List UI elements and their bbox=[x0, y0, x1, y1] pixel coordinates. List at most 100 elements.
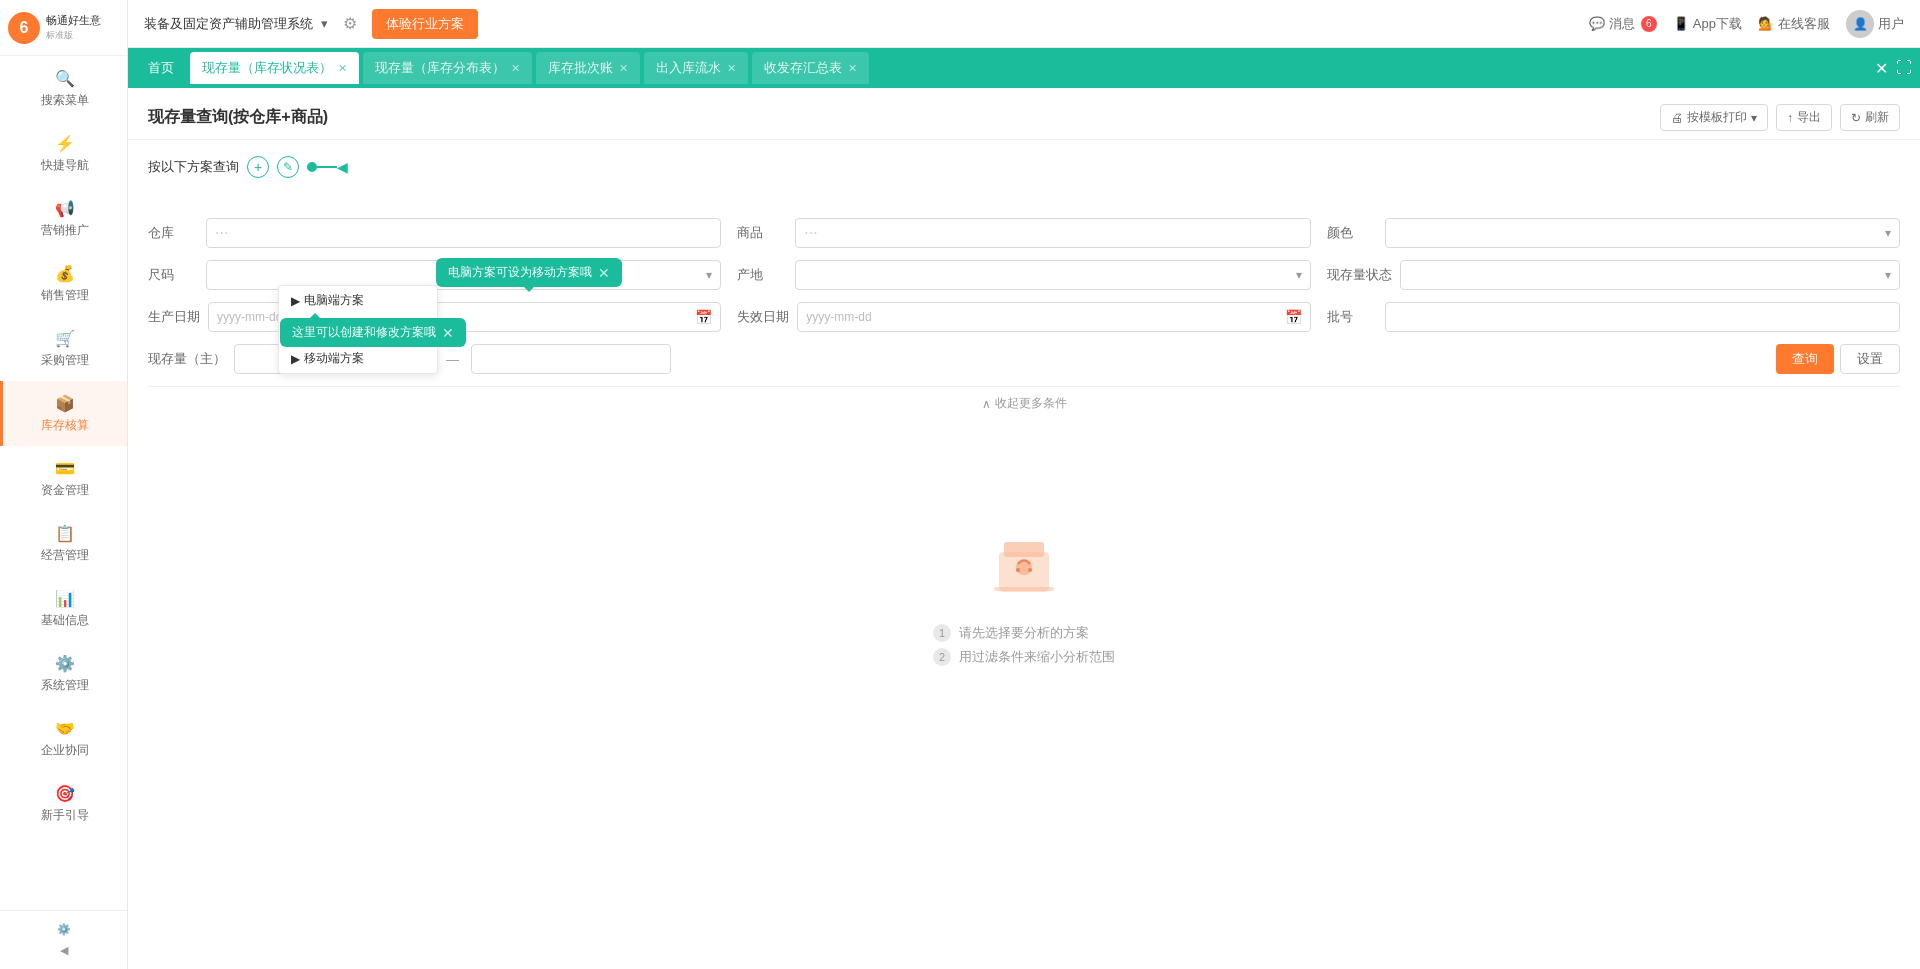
sidebar-item-system[interactable]: ⚙️ 系统管理 bbox=[0, 641, 127, 706]
settings-icon[interactable]: ⚙ bbox=[336, 10, 364, 38]
arrow-icon: ◀ bbox=[337, 159, 348, 175]
calendar-icon: 📅 bbox=[695, 309, 712, 325]
sales-icon: 💰 bbox=[55, 263, 75, 283]
tab-close-icon[interactable]: ✕ bbox=[848, 62, 857, 75]
tab-stock-dist[interactable]: 现存量（库存分布表） ✕ bbox=[363, 52, 532, 84]
tab-close-icon[interactable]: ✕ bbox=[511, 62, 520, 75]
printer-icon: 🖨 bbox=[1671, 111, 1683, 125]
filter-label: 按以下方案查询 bbox=[148, 158, 239, 176]
chevron-down-icon: ▶ bbox=[291, 294, 300, 308]
sidebar-item-quick-nav[interactable]: ⚡ 快捷导航 bbox=[0, 121, 127, 186]
sidebar-item-guide[interactable]: 🎯 新手引导 bbox=[0, 771, 127, 836]
size-label: 尺码 bbox=[148, 266, 198, 284]
range-separator: — bbox=[446, 352, 459, 367]
edit-scheme-btn[interactable]: ✎ bbox=[277, 156, 299, 178]
sidebar-item-operation[interactable]: 📋 经营管理 bbox=[0, 511, 127, 576]
warehouse-input[interactable]: ··· bbox=[206, 218, 721, 248]
sidebar-footer-settings[interactable]: ⚙️ bbox=[57, 923, 71, 936]
empty-tip-2: 2 用过滤条件来缩小分析范围 bbox=[933, 648, 1115, 666]
svg-rect-5 bbox=[994, 587, 1054, 591]
user-btn[interactable]: 👤 用户 bbox=[1846, 10, 1904, 38]
tab-close-all-icon[interactable]: ✕ bbox=[1875, 59, 1888, 78]
sidebar-item-finance[interactable]: 💳 资金管理 bbox=[0, 446, 127, 511]
add-scheme-btn[interactable]: + bbox=[247, 156, 269, 178]
warehouse-dots: ··· bbox=[215, 224, 228, 242]
system-title-dropdown[interactable]: ▾ bbox=[321, 16, 328, 31]
sidebar-item-sales[interactable]: 💰 销售管理 bbox=[0, 251, 127, 316]
main-area: 装备及固定资产辅助管理系统 ▾ ⚙ 体验行业方案 💬 消息 6 📱 App下载 … bbox=[128, 0, 1920, 969]
chevron-down-icon: ▾ bbox=[1296, 268, 1302, 282]
sidebar-item-basic-info[interactable]: 📊 基础信息 bbox=[0, 576, 127, 641]
export-icon: ↑ bbox=[1787, 111, 1793, 125]
chevron-down-icon: ▾ bbox=[1885, 226, 1891, 240]
origin-label: 产地 bbox=[737, 266, 787, 284]
origin-select[interactable]: ▾ bbox=[795, 260, 1310, 290]
stock-main-end[interactable] bbox=[471, 344, 671, 374]
quick-nav-icon: ⚡ bbox=[55, 133, 75, 153]
service-icon: 💁 bbox=[1758, 16, 1774, 31]
tab-close-icon[interactable]: ✕ bbox=[619, 62, 628, 75]
avatar: 👤 bbox=[1846, 10, 1874, 38]
system-icon: ⚙️ bbox=[55, 653, 75, 673]
export-btn[interactable]: ↑ 导出 bbox=[1776, 104, 1832, 131]
sidebar-item-label: 经营管理 bbox=[41, 547, 89, 564]
batch-input[interactable] bbox=[1385, 302, 1900, 332]
refresh-btn[interactable]: ↻ 刷新 bbox=[1840, 104, 1900, 131]
svg-rect-1 bbox=[1004, 542, 1044, 557]
collapse-bar[interactable]: ∧ 收起更多条件 bbox=[148, 386, 1900, 420]
expire-date-start[interactable]: yyyy-mm-dd 📅 bbox=[797, 302, 1310, 332]
sidebar-item-marketing[interactable]: 📢 营销推广 bbox=[0, 186, 127, 251]
settings-footer-icon: ⚙️ bbox=[57, 923, 71, 936]
goods-label: 商品 bbox=[737, 224, 787, 242]
query-btn[interactable]: 查询 bbox=[1776, 344, 1834, 374]
message-label: 消息 bbox=[1609, 15, 1635, 33]
tab-stock-status[interactable]: 现存量（库存状况表） ✕ bbox=[190, 52, 359, 84]
color-label: 颜色 bbox=[1327, 224, 1377, 242]
warehouse-label: 仓库 bbox=[148, 224, 198, 242]
tab-home[interactable]: 首页 bbox=[136, 52, 186, 84]
tab-batch-account[interactable]: 库存批次账 ✕ bbox=[536, 52, 640, 84]
mobile-scheme-group[interactable]: ▶ 移动端方案 bbox=[279, 344, 437, 373]
color-select[interactable]: ▾ bbox=[1385, 218, 1900, 248]
sidebar-item-label: 基础信息 bbox=[41, 612, 89, 629]
template-print-btn[interactable]: 🖨 按模板打印 ▾ bbox=[1660, 104, 1768, 131]
tooltip-2-close[interactable]: ✕ bbox=[442, 325, 454, 341]
guide-icon: 🎯 bbox=[55, 783, 75, 803]
sidebar-footer-collapse[interactable]: ◀ bbox=[60, 944, 68, 957]
tab-close-icon[interactable]: ✕ bbox=[727, 62, 736, 75]
sidebar-item-label: 系统管理 bbox=[41, 677, 89, 694]
goods-input[interactable]: ··· bbox=[795, 218, 1310, 248]
settings-btn[interactable]: 设置 bbox=[1840, 344, 1900, 374]
stock-status-label: 现存量状态 bbox=[1327, 266, 1392, 284]
filter-field-stock-status: 现存量状态 ▾ bbox=[1327, 260, 1900, 290]
tooltip-1-close[interactable]: ✕ bbox=[598, 265, 610, 281]
sidebar-item-search[interactable]: 🔍 搜索菜单 bbox=[0, 56, 127, 121]
industry-btn[interactable]: 体验行业方案 bbox=[372, 9, 478, 39]
sidebar-item-label: 采购管理 bbox=[41, 352, 89, 369]
tab-inout-flow[interactable]: 出入库流水 ✕ bbox=[644, 52, 748, 84]
search-btn-group: 查询 设置 bbox=[1776, 344, 1900, 374]
chevron-down-icon: ▾ bbox=[1751, 111, 1757, 125]
desktop-scheme-group[interactable]: ▶ 电脑端方案 bbox=[279, 286, 437, 315]
expire-date-start-text: yyyy-mm-dd bbox=[806, 310, 871, 324]
tab-fullscreen-icon[interactable]: ⛶ bbox=[1896, 59, 1912, 77]
logo-text: 畅通好生意 bbox=[46, 13, 101, 28]
app-download-btn[interactable]: 📱 App下载 bbox=[1673, 15, 1742, 33]
tab-receive-summary[interactable]: 收发存汇总表 ✕ bbox=[752, 52, 869, 84]
message-btn[interactable]: 💬 消息 6 bbox=[1589, 15, 1657, 33]
chevron-down-icon: ▾ bbox=[1885, 268, 1891, 282]
sidebar: 6 畅通好生意 标准版 🔍 搜索菜单 ⚡ 快捷导航 📢 营销推广 💰 销售管理 … bbox=[0, 0, 128, 969]
home-tab-label: 首页 bbox=[148, 59, 174, 77]
online-service-btn[interactable]: 💁 在线客服 bbox=[1758, 15, 1830, 33]
tab-batch-account-label: 库存批次账 bbox=[548, 59, 613, 77]
sidebar-item-label: 销售管理 bbox=[41, 287, 89, 304]
stock-status-select[interactable]: ▾ bbox=[1400, 260, 1900, 290]
message-icon: 💬 bbox=[1589, 16, 1605, 31]
search-icon: 🔍 bbox=[55, 68, 75, 88]
filter-field-expire-date: 失效日期 yyyy-mm-dd 📅 bbox=[737, 302, 1310, 332]
sidebar-item-inventory[interactable]: 📦 库存核算 bbox=[0, 381, 127, 446]
sidebar-item-purchase[interactable]: 🛒 采购管理 bbox=[0, 316, 127, 381]
prod-date-label: 生产日期 bbox=[148, 308, 200, 326]
sidebar-item-enterprise[interactable]: 🤝 企业协同 bbox=[0, 706, 127, 771]
tab-close-icon[interactable]: ✕ bbox=[338, 62, 347, 75]
